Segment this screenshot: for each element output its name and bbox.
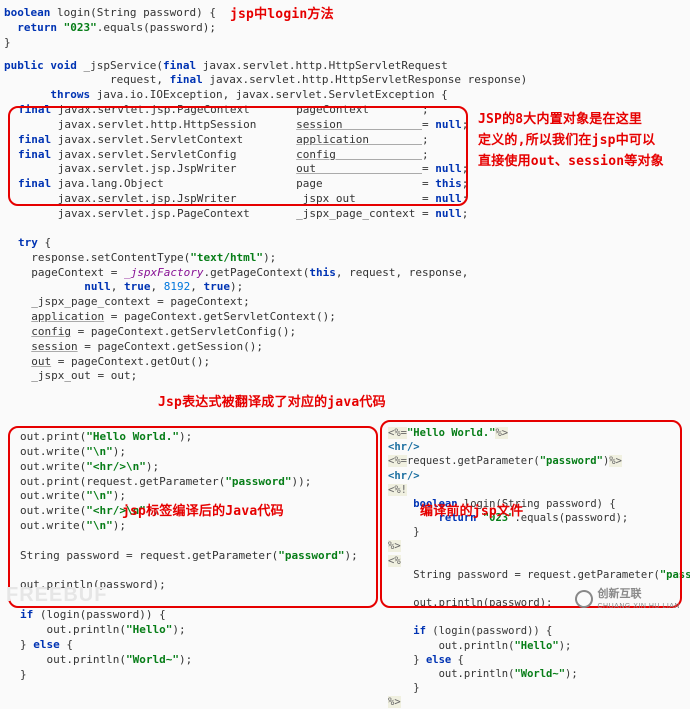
code-out-block: out.print("Hello World."); out.write("\n… [20, 430, 358, 682]
code-jsp-file: <%="Hello World."%> <hr/> <%=request.get… [388, 426, 690, 709]
annotation-inner-right: JSP的8大内置对象是在这里 定义的,所以我们在jsp中可以 直接使用out、s… [478, 110, 664, 172]
watermark-left: FREEBUF [6, 582, 107, 609]
code-jspservice: public void _jspService(final javax.serv… [4, 59, 686, 104]
annotation-box-left: jsp标签编译后的Java代码 [122, 503, 284, 521]
code-try-block: try { response.setContentType("text/html… [18, 236, 686, 384]
annotation-middle: Jsp表达式被翻译成了对应的java代码 [158, 394, 386, 412]
code-top: boolean login(String password) { return … [4, 6, 686, 51]
annotation-top: jsp中login方法 [230, 6, 334, 24]
watermark-right: 创新互联 CHUANG XIN HU LIAN [575, 587, 680, 611]
annotation-box-right: 编译前的jsp文件 [420, 503, 523, 521]
logo-icon [573, 587, 596, 610]
